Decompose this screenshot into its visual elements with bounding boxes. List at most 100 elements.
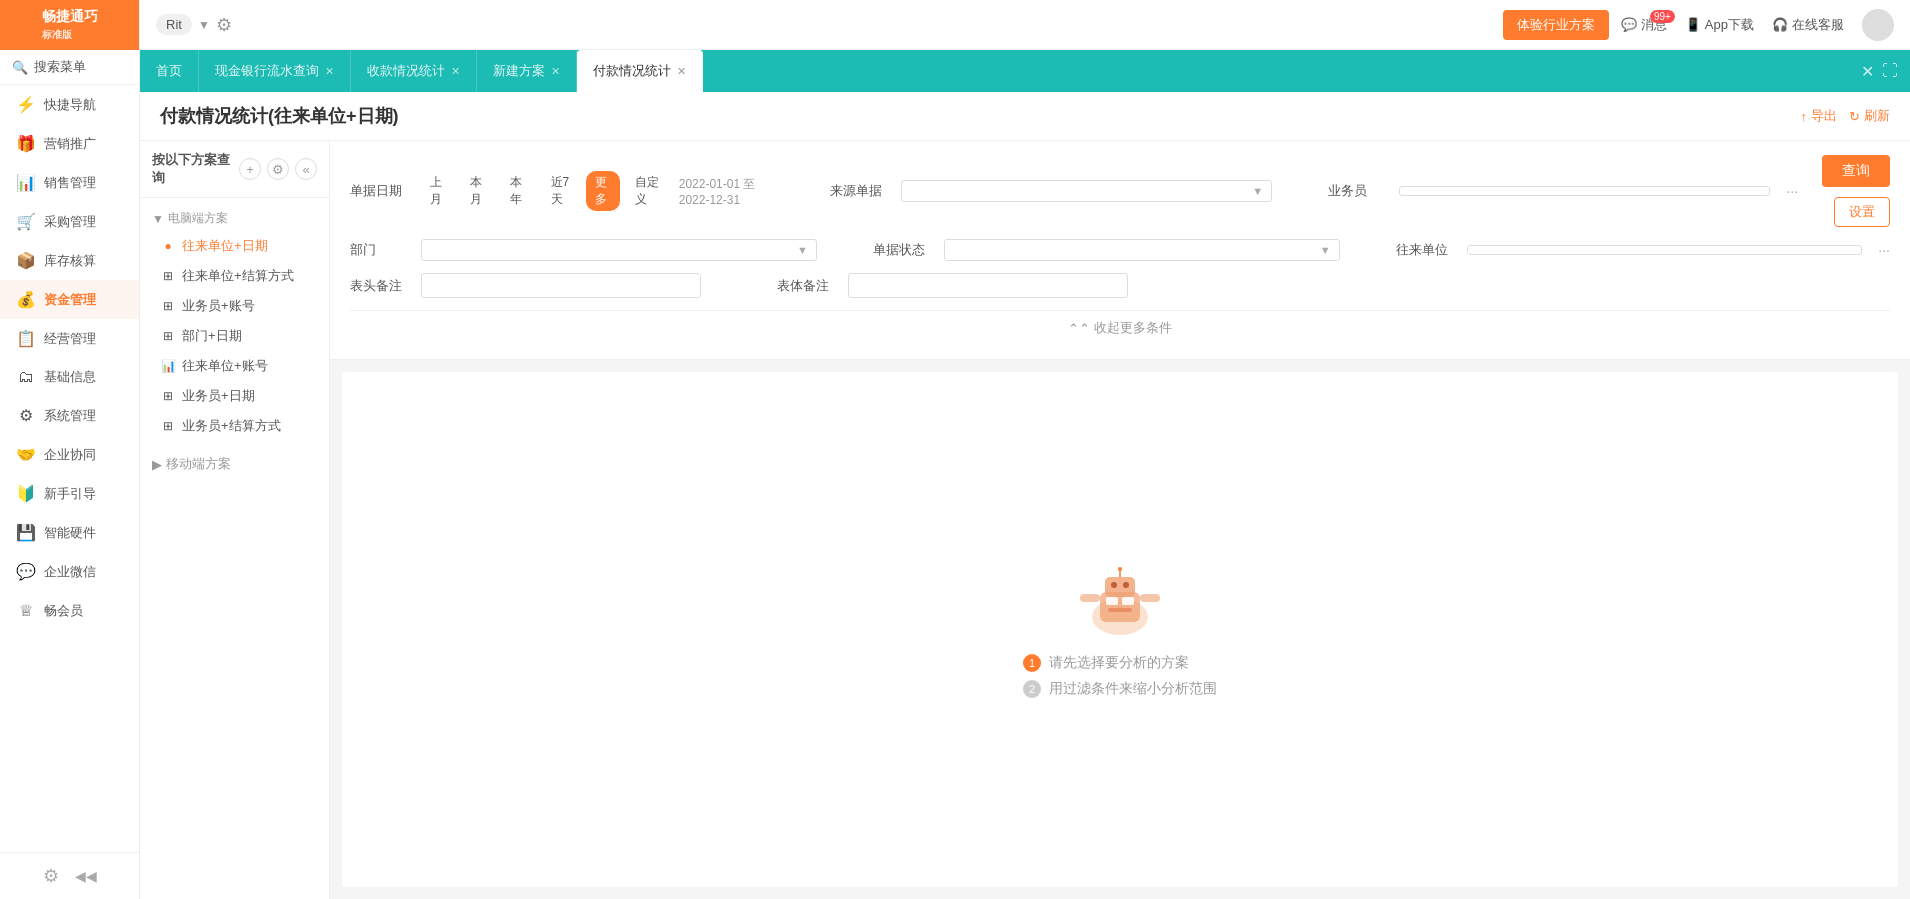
tab-receive-stats[interactable]: 收款情况统计 ✕ xyxy=(351,50,477,92)
sidebar-item-basic[interactable]: 🗂 基础信息 xyxy=(0,358,139,396)
tab-new-scheme-close[interactable]: ✕ xyxy=(551,65,560,78)
sidebar-item-system[interactable]: ⚙ 系统管理 xyxy=(0,396,139,435)
sidebar-item-guide[interactable]: 🔰 新手引导 xyxy=(0,474,139,513)
collapse-icon: ▼ xyxy=(152,212,164,226)
tab-receive-stats-close[interactable]: ✕ xyxy=(451,65,460,78)
scheme-item-partner-date[interactable]: ● 往来单位+日期 xyxy=(140,231,329,261)
filter-row-2: 部门 ▼ 单据状态 ▼ 往来单位 xyxy=(350,239,1890,261)
scheme-collapse-btn[interactable]: « xyxy=(295,158,317,180)
empty-tip-1: 1 请先选择要分析的方案 xyxy=(1023,654,1217,672)
scheme-desktop-section: ▼ 电脑端方案 ● 往来单位+日期 ⊞ 往来单位+结算方式 ⊞ 业务员+账号 xyxy=(140,198,329,449)
staff-select[interactable] xyxy=(1399,186,1770,196)
refresh-btn[interactable]: ↻ 刷新 xyxy=(1849,107,1890,125)
topbar-username[interactable]: Rit xyxy=(156,14,192,35)
purchase-icon: 🛒 xyxy=(16,212,36,231)
scheme-item-staff-account[interactable]: ⊞ 业务员+账号 xyxy=(140,291,329,321)
scheme-item-active-icon: ● xyxy=(160,239,176,253)
sidebar-collapse-btn[interactable]: ◀◀ xyxy=(75,868,97,884)
topbar-app-download[interactable]: 📱 App下载 xyxy=(1685,16,1754,34)
date-tab-custom[interactable]: 自定义 xyxy=(626,170,668,212)
tab-bank-flow-close[interactable]: ✕ xyxy=(325,65,334,78)
tab-pay-stats-close[interactable]: ✕ xyxy=(677,65,686,78)
content-area: 付款情况统计(往来单位+日期) ↑ 导出 ↻ 刷新 按以下方案查询 + xyxy=(140,92,1910,899)
logo-sub-text: 标准版 xyxy=(42,28,98,42)
trial-btn[interactable]: 体验行业方案 xyxy=(1503,10,1609,40)
tip-2-text: 用过滤条件来缩小分析范围 xyxy=(1049,680,1217,698)
sidebar-item-operation[interactable]: 📋 经营管理 xyxy=(0,319,139,358)
dept-select[interactable]: ▼ xyxy=(421,239,817,261)
date-tab-this-month[interactable]: 本月 xyxy=(461,170,495,212)
page-title: 付款情况统计(往来单位+日期) xyxy=(160,104,399,128)
scheme-item-label: 业务员+日期 xyxy=(182,387,255,405)
member-icon: ♕ xyxy=(16,601,36,620)
wechat-icon: 💬 xyxy=(16,562,36,581)
source-select[interactable]: ▼ xyxy=(901,180,1272,202)
sidebar-item-member[interactable]: ♕ 畅会员 xyxy=(0,591,139,630)
filter-settings-btn[interactable]: 设置 xyxy=(1834,197,1890,227)
sidebar-item-label: 基础信息 xyxy=(44,368,96,386)
scheme-add-btn[interactable]: + xyxy=(239,158,261,180)
query-btn[interactable]: 查询 xyxy=(1822,155,1890,187)
scheme-desktop-title[interactable]: ▼ 电脑端方案 xyxy=(140,206,329,231)
sidebar-item-purchase[interactable]: 🛒 采购管理 xyxy=(0,202,139,241)
sidebar-item-label: 库存核算 xyxy=(44,252,96,270)
sidebar-item-collab[interactable]: 🤝 企业协同 xyxy=(0,435,139,474)
sidebar-item-label: 销售管理 xyxy=(44,174,96,192)
sidebar-settings-btn[interactable]: ⚙ xyxy=(43,865,59,887)
sidebar-item-quick-nav[interactable]: ⚡ 快捷导航 xyxy=(0,85,139,124)
tab-bank-flow[interactable]: 现金银行流水查询 ✕ xyxy=(199,50,351,92)
sidebar-bottom: ⚙ ◀◀ xyxy=(0,852,139,899)
scheme-mobile-section[interactable]: ▶ 移动端方案 xyxy=(140,449,329,479)
page-header: 付款情况统计(往来单位+日期) ↑ 导出 ↻ 刷新 xyxy=(140,92,1910,141)
topbar-message[interactable]: 💬 消息 99+ xyxy=(1621,16,1667,34)
topbar-avatar[interactable] xyxy=(1862,9,1894,41)
topbar-settings-icon[interactable]: ⚙ xyxy=(216,14,232,36)
sidebar-item-label: 系统管理 xyxy=(44,407,96,425)
sidebar-item-inventory[interactable]: 📦 库存核算 xyxy=(0,241,139,280)
sidebar-item-label: 经营管理 xyxy=(44,330,96,348)
header-note-input[interactable] xyxy=(421,273,701,298)
sidebar-item-hardware[interactable]: 💾 智能硬件 xyxy=(0,513,139,552)
scheme-settings-btn[interactable]: ⚙ xyxy=(267,158,289,180)
sidebar-item-marketing[interactable]: 🎁 营销推广 xyxy=(0,124,139,163)
dept-label: 部门 xyxy=(350,241,405,259)
tab-bank-flow-label: 现金银行流水查询 xyxy=(215,62,319,80)
tab-home[interactable]: 首页 xyxy=(140,50,199,92)
quick-nav-icon: ⚡ xyxy=(16,95,36,114)
sidebar-item-label: 采购管理 xyxy=(44,213,96,231)
sidebar-search[interactable]: 🔍 搜索菜单 xyxy=(0,50,139,85)
tab-pay-stats[interactable]: 付款情况统计 ✕ xyxy=(577,50,703,92)
scheme-item-partner-account[interactable]: 📊 往来单位+账号 xyxy=(140,351,329,381)
topbar-online-service[interactable]: 🎧 在线客服 xyxy=(1772,16,1844,34)
sidebar-item-sales[interactable]: 📊 销售管理 xyxy=(0,163,139,202)
partner-select[interactable] xyxy=(1467,245,1863,255)
date-tab-last-month[interactable]: 上月 xyxy=(421,170,455,212)
sidebar-item-label: 企业协同 xyxy=(44,446,96,464)
partner-dots[interactable]: ··· xyxy=(1878,242,1890,258)
tab-close-all-btn[interactable]: ✕ xyxy=(1861,62,1874,81)
collapse-up-icon: ⌃⌃ xyxy=(1068,321,1090,336)
export-btn[interactable]: ↑ 导出 xyxy=(1801,107,1838,125)
scheme-item-label: 部门+日期 xyxy=(182,327,242,345)
sidebar-item-finance[interactable]: 💰 资金管理 xyxy=(0,280,139,319)
tab-new-scheme[interactable]: 新建方案 ✕ xyxy=(477,50,577,92)
scheme-item-dept-date[interactable]: ⊞ 部门+日期 xyxy=(140,321,329,351)
scheme-header-title: 按以下方案查询 xyxy=(152,151,239,187)
tab-pay-stats-label: 付款情况统计 xyxy=(593,62,671,80)
collapse-btn[interactable]: ⌃⌃ 收起更多条件 xyxy=(350,310,1890,345)
date-tab-more[interactable]: 更多 xyxy=(586,171,620,211)
filter-row-3: 表头备注 表体备注 xyxy=(350,273,1890,298)
scheme-item-label: 业务员+账号 xyxy=(182,297,255,315)
scheme-item-partner-settlement[interactable]: ⊞ 往来单位+结算方式 xyxy=(140,261,329,291)
tab-expand-btn[interactable]: ⛶ xyxy=(1882,62,1898,80)
date-tab-7days[interactable]: 近7天 xyxy=(542,170,581,212)
staff-dots[interactable]: ··· xyxy=(1786,183,1798,199)
scheme-item-staff-date[interactable]: ⊞ 业务员+日期 xyxy=(140,381,329,411)
sidebar-item-wechat[interactable]: 💬 企业微信 xyxy=(0,552,139,591)
topbar-dropdown-icon[interactable]: ▼ xyxy=(198,18,210,32)
body-note-input[interactable] xyxy=(848,273,1128,298)
scheme-item-staff-settlement[interactable]: ⊞ 业务员+结算方式 xyxy=(140,411,329,441)
doc-status-select[interactable]: ▼ xyxy=(944,239,1340,261)
scheme-header-actions: + ⚙ « xyxy=(239,158,317,180)
date-tab-this-year[interactable]: 本年 xyxy=(501,170,535,212)
